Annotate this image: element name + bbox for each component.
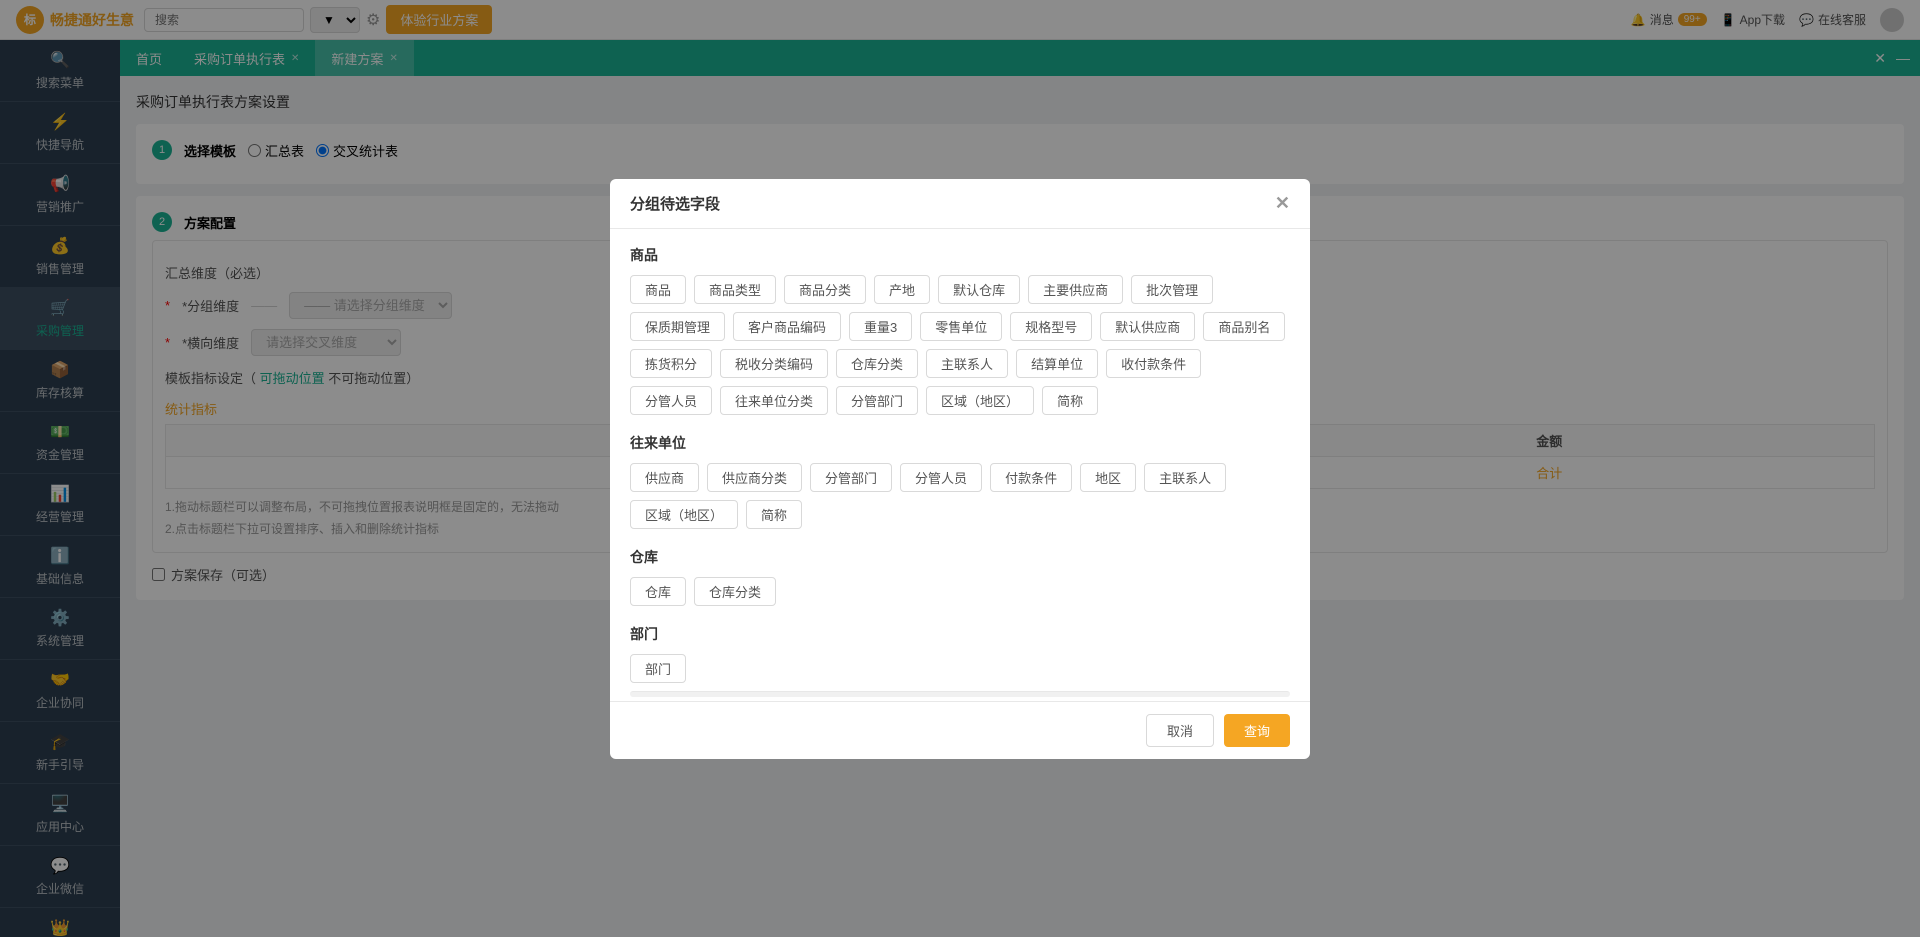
confirm-button[interactable]: 查询: [1224, 714, 1290, 747]
field-tag[interactable]: 商品类型: [694, 275, 776, 304]
field-tag[interactable]: 结算单位: [1016, 349, 1098, 378]
field-tag[interactable]: 简称: [1042, 386, 1098, 415]
horizontal-scrollbar[interactable]: [630, 691, 1290, 697]
field-tag[interactable]: 默认供应商: [1100, 312, 1195, 341]
modal-title: 分组待选字段: [630, 193, 720, 214]
field-tag[interactable]: 主要供应商: [1028, 275, 1123, 304]
field-tag[interactable]: 付款条件: [990, 463, 1072, 492]
group-warehouse: 仓库 仓库 仓库分类: [630, 547, 1290, 606]
field-tag[interactable]: 供应商分类: [707, 463, 802, 492]
field-tag[interactable]: 区域（地区）: [926, 386, 1034, 415]
field-tag[interactable]: 零售单位: [920, 312, 1002, 341]
field-tag[interactable]: 主联系人: [926, 349, 1008, 378]
group-supplier-title: 往来单位: [630, 433, 1290, 453]
field-tag[interactable]: 分管部门: [810, 463, 892, 492]
field-tag[interactable]: 客户商品编码: [733, 312, 841, 341]
field-tag[interactable]: 仓库分类: [694, 577, 776, 606]
field-tag[interactable]: 商品别名: [1203, 312, 1285, 341]
modal-header: 分组待选字段 ✕: [610, 179, 1310, 229]
field-tag[interactable]: 商品分类: [784, 275, 866, 304]
field-tag[interactable]: 保质期管理: [630, 312, 725, 341]
field-tag[interactable]: 往来单位分类: [720, 386, 828, 415]
field-tag[interactable]: 仓库分类: [836, 349, 918, 378]
modal-close-icon[interactable]: ✕: [1275, 193, 1290, 214]
field-tag[interactable]: 分管人员: [900, 463, 982, 492]
group-dept: 部门 部门: [630, 624, 1290, 683]
group-goods-title: 商品: [630, 245, 1290, 265]
group-dept-title: 部门: [630, 624, 1290, 644]
field-tag[interactable]: 规格型号: [1010, 312, 1092, 341]
group-warehouse-tags: 仓库 仓库分类: [630, 577, 1290, 606]
field-tag[interactable]: 默认仓库: [938, 275, 1020, 304]
field-tag[interactable]: 分管部门: [836, 386, 918, 415]
group-warehouse-title: 仓库: [630, 547, 1290, 567]
field-tag[interactable]: 地区: [1080, 463, 1136, 492]
group-supplier-tags: 供应商 供应商分类 分管部门 分管人员 付款条件 地区 主联系人 区域（地区） …: [630, 463, 1290, 529]
field-tag[interactable]: 区域（地区）: [630, 500, 738, 529]
field-tag[interactable]: 税收分类编码: [720, 349, 828, 378]
modal-body: 商品 商品 商品类型 商品分类 产地 默认仓库 主要供应商 批次管理 保质期管理…: [610, 229, 1310, 691]
group-goods-tags: 商品 商品类型 商品分类 产地 默认仓库 主要供应商 批次管理 保质期管理 客户…: [630, 275, 1290, 415]
field-tag[interactable]: 拣货积分: [630, 349, 712, 378]
cancel-button[interactable]: 取消: [1146, 714, 1214, 747]
field-tag[interactable]: 重量3: [849, 312, 912, 341]
field-tag[interactable]: 批次管理: [1131, 275, 1213, 304]
group-goods: 商品 商品 商品类型 商品分类 产地 默认仓库 主要供应商 批次管理 保质期管理…: [630, 245, 1290, 415]
field-tag[interactable]: 分管人员: [630, 386, 712, 415]
field-tag[interactable]: 商品: [630, 275, 686, 304]
field-tag[interactable]: 部门: [630, 654, 686, 683]
field-tag[interactable]: 供应商: [630, 463, 699, 492]
field-tag[interactable]: 简称: [746, 500, 802, 529]
field-tag[interactable]: 仓库: [630, 577, 686, 606]
modal-footer: 取消 查询: [610, 701, 1310, 759]
modal-overlay[interactable]: 分组待选字段 ✕ 商品 商品 商品类型 商品分类 产地 默认仓库 主要供应商 批…: [0, 0, 1920, 937]
field-tag[interactable]: 收付款条件: [1106, 349, 1201, 378]
field-tag[interactable]: 主联系人: [1144, 463, 1226, 492]
field-tag[interactable]: 产地: [874, 275, 930, 304]
group-supplier: 往来单位 供应商 供应商分类 分管部门 分管人员 付款条件 地区 主联系人 区域…: [630, 433, 1290, 529]
modal: 分组待选字段 ✕ 商品 商品 商品类型 商品分类 产地 默认仓库 主要供应商 批…: [610, 179, 1310, 759]
group-dept-tags: 部门: [630, 654, 1290, 683]
